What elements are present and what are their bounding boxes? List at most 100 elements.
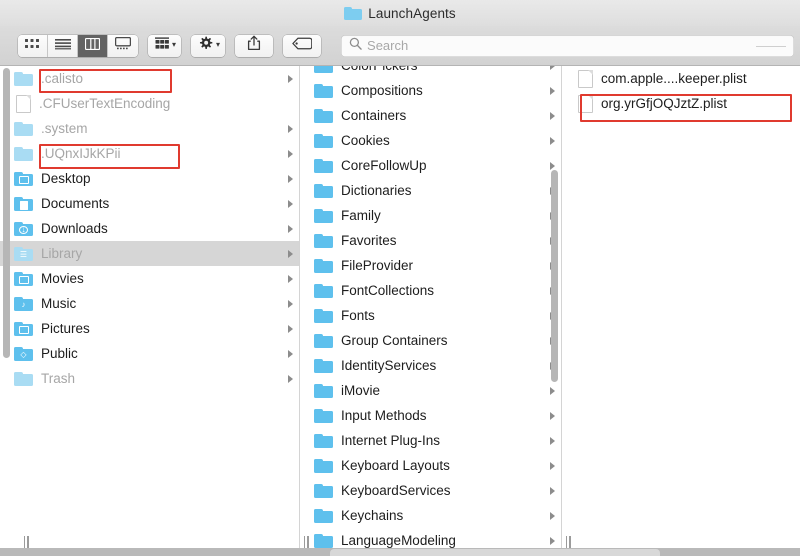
column-library: ColorPickers Compositions Containers Cookie… [300, 66, 562, 556]
share-button[interactable] [235, 34, 274, 57]
disclosure-arrow-icon[interactable] [550, 461, 555, 470]
tags-button[interactable] [283, 34, 322, 57]
list-item[interactable]: .calisto [0, 66, 299, 91]
list-item[interactable]: Desktop [0, 166, 299, 191]
list-item[interactable]: com.apple....keeper.plist [562, 66, 800, 91]
disclosure-arrow-icon[interactable] [550, 511, 555, 520]
gear-icon [198, 36, 213, 56]
list-item-label: Group Containers [341, 333, 448, 348]
column-home-scrollbar[interactable] [3, 68, 10, 358]
disclosure-arrow-icon[interactable] [288, 149, 293, 158]
list-item[interactable]: IdentityServices [300, 353, 561, 378]
list-item[interactable]: org.yrGfjOQJztZ.plist [562, 91, 800, 116]
column-home-resize-grip[interactable] [22, 535, 30, 548]
list-item-label: .UQnxIJkKPii [41, 146, 121, 161]
list-item-label: IdentityServices [341, 358, 437, 373]
folder-icon [14, 321, 33, 336]
disclosure-arrow-icon[interactable] [550, 136, 555, 145]
gallery-view-button[interactable] [108, 34, 138, 57]
list-item[interactable]: Input Methods [300, 403, 561, 428]
list-item-label: .calisto [41, 71, 84, 86]
disclosure-arrow-icon[interactable] [550, 386, 555, 395]
list-item[interactable]: Family [300, 203, 561, 228]
disclosure-arrow-icon[interactable] [550, 86, 555, 95]
list-item-label: Fonts [341, 308, 375, 323]
folder-icon [314, 83, 333, 98]
list-item[interactable]: Favorites [300, 228, 561, 253]
disclosure-arrow-icon[interactable] [550, 111, 555, 120]
list-view-button[interactable] [48, 34, 78, 57]
list-item[interactable]: Dictionaries [300, 178, 561, 203]
list-item-label: Compositions [341, 83, 423, 98]
folder-icon [14, 371, 33, 386]
folder-icon [14, 121, 33, 136]
list-item[interactable]: ↓ Downloads [0, 216, 299, 241]
search-divider [756, 45, 786, 47]
folder-icon: ◇ [14, 346, 33, 361]
list-item[interactable]: Containers [300, 103, 561, 128]
list-item[interactable]: Keychains [300, 503, 561, 528]
list-item-label: .CFUserTextEncoding [39, 96, 171, 111]
disclosure-arrow-icon[interactable] [288, 74, 293, 83]
disclosure-arrow-icon[interactable] [288, 299, 293, 308]
list-item[interactable]: Trash [0, 366, 299, 391]
search-field[interactable]: Search [341, 34, 794, 57]
list-item[interactable]: Internet Plug-Ins [300, 428, 561, 453]
list-item[interactable]: Compositions [300, 78, 561, 103]
list-item[interactable]: FileProvider [300, 253, 561, 278]
disclosure-arrow-icon[interactable] [288, 324, 293, 333]
list-item[interactable]: Cookies [300, 128, 561, 153]
disclosure-arrow-icon[interactable] [550, 436, 555, 445]
list-item[interactable]: Movies [0, 266, 299, 291]
column-view-button[interactable] [78, 34, 108, 57]
list-item[interactable]: ♪ Music [0, 291, 299, 316]
disclosure-arrow-icon[interactable] [550, 411, 555, 420]
disclosure-arrow-icon[interactable] [288, 249, 293, 258]
search-input[interactable]: Search [367, 38, 408, 53]
list-item[interactable]: .CFUserTextEncoding [0, 91, 299, 116]
icon-view-button[interactable] [18, 34, 48, 57]
disclosure-arrow-icon[interactable] [288, 124, 293, 133]
list-item-label: Documents [41, 196, 110, 211]
list-item[interactable]: CoreFollowUp [300, 153, 561, 178]
list-item[interactable]: iMovie [300, 378, 561, 403]
group-items-button[interactable]: ▾ [148, 34, 182, 57]
column-launchagents-resize-grip[interactable] [564, 535, 572, 548]
disclosure-arrow-icon[interactable] [288, 274, 293, 283]
disclosure-arrow-icon[interactable] [288, 349, 293, 358]
disclosure-arrow-icon[interactable] [288, 224, 293, 233]
action-menu-button[interactable]: ▾ [191, 34, 226, 57]
disclosure-arrow-icon[interactable] [550, 66, 555, 70]
disclosure-arrow-icon[interactable] [288, 374, 293, 383]
list-item[interactable]: Keyboard Layouts [300, 453, 561, 478]
list-item[interactable]: ◇ Public [0, 341, 299, 366]
disclosure-arrow-icon[interactable] [550, 161, 555, 170]
disclosure-arrow-icon[interactable] [288, 174, 293, 183]
file-icon [16, 94, 31, 113]
folder-icon [314, 383, 333, 398]
list-item[interactable]: ☰ Library [0, 241, 299, 266]
list-item[interactable]: KeyboardServices [300, 478, 561, 503]
list-item-label: Keyboard Layouts [341, 458, 450, 473]
tag-icon [292, 37, 313, 55]
disclosure-arrow-icon[interactable] [550, 486, 555, 495]
list-item[interactable]: Fonts [300, 303, 561, 328]
list-item[interactable]: FontCollections [300, 278, 561, 303]
gallery-icon [114, 36, 132, 55]
list-item[interactable]: .UQnxIJkKPii [0, 141, 299, 166]
folder-icon [314, 66, 333, 73]
view-mode-segmented-control[interactable] [18, 34, 138, 57]
list-item-label: Dictionaries [341, 183, 412, 198]
list-item[interactable]: .system [0, 116, 299, 141]
list-item[interactable]: Pictures [0, 316, 299, 341]
list-item[interactable]: ColorPickers [300, 66, 561, 78]
column-library-scrollbar[interactable] [551, 170, 558, 382]
folder-icon [314, 133, 333, 148]
column-library-resize-grip[interactable] [302, 535, 310, 548]
disclosure-arrow-icon[interactable] [550, 536, 555, 545]
list-item[interactable]: Documents [0, 191, 299, 216]
disclosure-arrow-icon[interactable] [288, 199, 293, 208]
folder-icon [314, 333, 333, 348]
folder-icon [314, 458, 333, 473]
list-item[interactable]: Group Containers [300, 328, 561, 353]
